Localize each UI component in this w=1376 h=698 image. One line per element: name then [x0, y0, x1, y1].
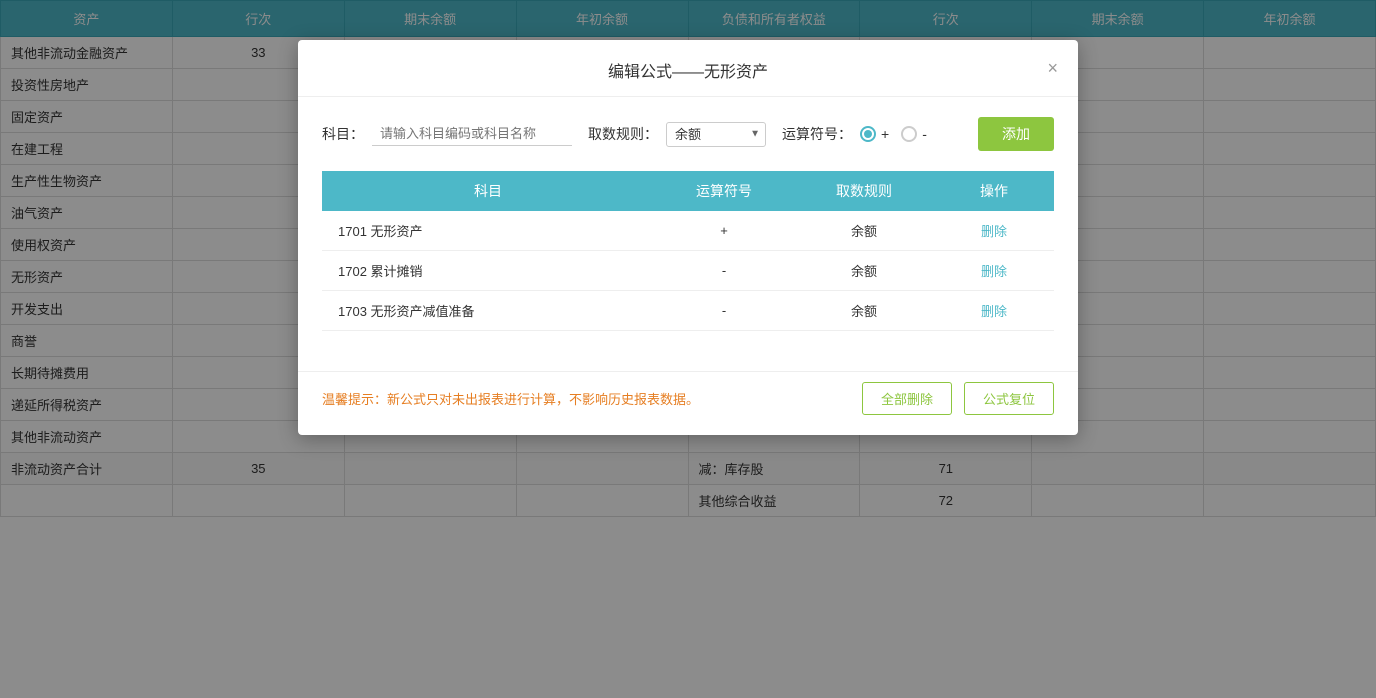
- operator-radio-group: + -: [860, 126, 927, 142]
- col-subject: 科目: [322, 171, 654, 211]
- rule-select[interactable]: 余额 借方 贷方 借方发生额 贷方发生额: [666, 122, 766, 147]
- modal-body: 科目： 取数规则： 余额 借方 贷方 借方发生额 贷方发生额 ▼: [298, 97, 1078, 371]
- modal-footer: 温馨提示：新公式只对未出报表进行计算，不影响历史报表数据。 全部删除 公式复位: [298, 372, 1078, 435]
- operator-minus-label: -: [922, 126, 927, 142]
- formula-table: 科目 运算符号 取数规则 操作 1701 无形资产 + 余额 删除: [322, 171, 1054, 331]
- rule-field: 取数规则： 余额 借方 贷方 借方发生额 贷方发生额 ▼: [588, 122, 766, 147]
- footer-buttons: 全部删除 公式复位: [862, 382, 1054, 415]
- add-button[interactable]: 添加: [978, 117, 1054, 151]
- rule-label: 取数规则：: [588, 124, 658, 144]
- modal-overlay: 编辑公式——无形资产 × 科目： 取数规则： 余额 借方: [0, 0, 1376, 698]
- action-cell-2: 删除: [934, 251, 1054, 291]
- modal-header: 编辑公式——无形资产 ×: [298, 40, 1078, 97]
- operator-minus-radio[interactable]: -: [901, 126, 927, 142]
- col-action: 操作: [934, 171, 1054, 211]
- formula-row-3: 1703 无形资产减值准备 - 余额 删除: [322, 291, 1054, 331]
- operator-cell-3: -: [654, 291, 794, 331]
- col-operator: 运算符号: [654, 171, 794, 211]
- operator-plus-radio[interactable]: +: [860, 126, 889, 142]
- operator-plus-label: +: [881, 126, 889, 142]
- subject-label: 科目：: [322, 124, 364, 144]
- delete-button-1[interactable]: 删除: [981, 221, 1007, 240]
- reset-formula-button[interactable]: 公式复位: [964, 382, 1054, 415]
- action-cell-1: 删除: [934, 211, 1054, 251]
- formula-row-2: 1702 累计摊销 - 余额 删除: [322, 251, 1054, 291]
- delete-button-3[interactable]: 删除: [981, 301, 1007, 320]
- modal-title: 编辑公式——无形资产: [608, 64, 768, 81]
- formula-form-row: 科目： 取数规则： 余额 借方 贷方 借方发生额 贷方发生额 ▼: [322, 117, 1054, 151]
- subject-cell-3: 1703 无形资产减值准备: [322, 291, 654, 331]
- footer-tip: 温馨提示：新公式只对未出报表进行计算，不影响历史报表数据。: [322, 389, 699, 408]
- radio-minus-circle: [901, 126, 917, 142]
- subject-input[interactable]: [372, 122, 572, 146]
- col-rule: 取数规则: [794, 171, 934, 211]
- operator-cell-1: +: [654, 211, 794, 251]
- operator-cell-2: -: [654, 251, 794, 291]
- operator-label: 运算符号：: [782, 124, 852, 144]
- subject-field: 科目：: [322, 122, 572, 146]
- modal-dialog: 编辑公式——无形资产 × 科目： 取数规则： 余额 借方: [298, 40, 1078, 435]
- rule-select-wrap: 余额 借方 贷方 借方发生额 贷方发生额 ▼: [666, 122, 766, 147]
- action-cell-3: 删除: [934, 291, 1054, 331]
- radio-plus-circle: [860, 126, 876, 142]
- subject-cell-2: 1702 累计摊销: [322, 251, 654, 291]
- rule-cell-1: 余额: [794, 211, 934, 251]
- operator-field: 运算符号： + -: [782, 124, 927, 144]
- modal-close-button[interactable]: ×: [1043, 55, 1062, 81]
- subject-cell-1: 1701 无形资产: [322, 211, 654, 251]
- formula-row-1: 1701 无形资产 + 余额 删除: [322, 211, 1054, 251]
- rule-cell-2: 余额: [794, 251, 934, 291]
- rule-cell-3: 余额: [794, 291, 934, 331]
- delete-button-2[interactable]: 删除: [981, 261, 1007, 280]
- delete-all-button[interactable]: 全部删除: [862, 382, 952, 415]
